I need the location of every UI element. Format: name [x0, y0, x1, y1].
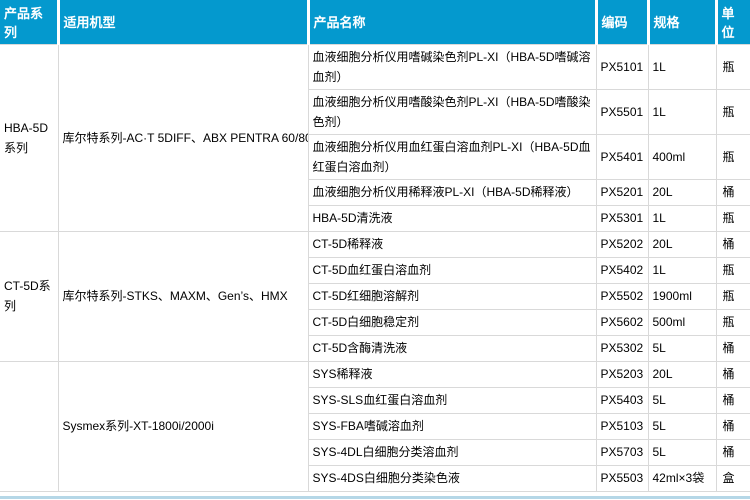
- col-header-models: 适用机型: [58, 0, 308, 44]
- unit-cell: 桶: [716, 413, 750, 439]
- unit-cell: 瓶: [716, 89, 750, 134]
- product-name-cell: SYS-4DL白细胞分类溶血剂: [308, 439, 596, 465]
- code-cell: PX5202: [596, 231, 648, 257]
- col-header-unit: 单位: [716, 0, 750, 44]
- code-cell: PX5103: [596, 413, 648, 439]
- product-name-cell: CT-5D血红蛋白溶血剂: [308, 257, 596, 283]
- col-header-series: 产品系列: [0, 0, 58, 44]
- table-body: HBA-5D系列库尔特系列-AC·T 5DIFF、ABX PENTRA 60/8…: [0, 44, 750, 491]
- header-row: 产品系列 适用机型 产品名称 编码 规格 单位: [0, 0, 750, 44]
- table-row: CT-5D系列库尔特系列-STKS、MAXM、Gen’s、HMXCT-5D稀释液…: [0, 231, 750, 257]
- product-name-cell: SYS稀释液: [308, 361, 596, 387]
- code-cell: PX5602: [596, 309, 648, 335]
- series-cell: [0, 361, 58, 491]
- spec-cell: 1900ml: [648, 283, 716, 309]
- unit-cell: 瓶: [716, 134, 750, 179]
- product-name-cell: CT-5D稀释液: [308, 231, 596, 257]
- table-header: 产品系列 适用机型 产品名称 编码 规格 单位: [0, 0, 750, 44]
- unit-cell: 桶: [716, 361, 750, 387]
- product-table: 产品系列 适用机型 产品名称 编码 规格 单位 HBA-5D系列库尔特系列-AC…: [0, 0, 750, 492]
- code-cell: PX5301: [596, 205, 648, 231]
- product-name-cell: SYS-SLS血红蛋白溶血剂: [308, 387, 596, 413]
- product-name-cell: HBA-5D清洗液: [308, 205, 596, 231]
- code-cell: PX5203: [596, 361, 648, 387]
- spec-cell: 20L: [648, 179, 716, 205]
- code-cell: PX5302: [596, 335, 648, 361]
- spec-cell: 5L: [648, 335, 716, 361]
- code-cell: PX5501: [596, 89, 648, 134]
- product-name-cell: CT-5D含酶清洗液: [308, 335, 596, 361]
- spec-cell: 20L: [648, 361, 716, 387]
- table-row: Sysmex系列-XT-1800i/2000iSYS稀释液PX520320L桶: [0, 361, 750, 387]
- product-table-page: 产品系列 适用机型 产品名称 编码 规格 单位 HBA-5D系列库尔特系列-AC…: [0, 0, 750, 500]
- spec-cell: 5L: [648, 387, 716, 413]
- models-cell: 库尔特系列-STKS、MAXM、Gen’s、HMX: [58, 231, 308, 361]
- spec-cell: 20L: [648, 231, 716, 257]
- unit-cell: 桶: [716, 179, 750, 205]
- code-cell: PX5101: [596, 44, 648, 89]
- unit-cell: 瓶: [716, 283, 750, 309]
- code-cell: PX5502: [596, 283, 648, 309]
- code-cell: PX5402: [596, 257, 648, 283]
- unit-cell: 盒: [716, 465, 750, 491]
- product-name-cell: SYS-FBA嗜碱溶血剂: [308, 413, 596, 439]
- product-name-cell: CT-5D白细胞稳定剂: [308, 309, 596, 335]
- unit-cell: 桶: [716, 335, 750, 361]
- series-cell: HBA-5D系列: [0, 44, 58, 231]
- table-bottom-edge: [0, 496, 750, 499]
- product-name-cell: 血液细胞分析仪用血红蛋白溶血剂PL-XI（HBA-5D血红蛋白溶血剂）: [308, 134, 596, 179]
- product-name-cell: 血液细胞分析仪用稀释液PL-XI（HBA-5D稀释液）: [308, 179, 596, 205]
- unit-cell: 桶: [716, 387, 750, 413]
- models-cell: Sysmex系列-XT-1800i/2000i: [58, 361, 308, 491]
- product-name-cell: 血液细胞分析仪用嗜碱染色剂PL-XI（HBA-5D嗜碱溶血剂）: [308, 44, 596, 89]
- code-cell: PX5503: [596, 465, 648, 491]
- spec-cell: 5L: [648, 413, 716, 439]
- col-header-spec: 规格: [648, 0, 716, 44]
- spec-cell: 42ml×3袋: [648, 465, 716, 491]
- spec-cell: 1L: [648, 44, 716, 89]
- spec-cell: 400ml: [648, 134, 716, 179]
- spec-cell: 500ml: [648, 309, 716, 335]
- spec-cell: 1L: [648, 257, 716, 283]
- unit-cell: 桶: [716, 439, 750, 465]
- unit-cell: 瓶: [716, 309, 750, 335]
- code-cell: PX5403: [596, 387, 648, 413]
- unit-cell: 瓶: [716, 205, 750, 231]
- code-cell: PX5703: [596, 439, 648, 465]
- table-row: HBA-5D系列库尔特系列-AC·T 5DIFF、ABX PENTRA 60/8…: [0, 44, 750, 89]
- code-cell: PX5201: [596, 179, 648, 205]
- col-header-code: 编码: [596, 0, 648, 44]
- product-name-cell: SYS-4DS白细胞分类染色液: [308, 465, 596, 491]
- spec-cell: 5L: [648, 439, 716, 465]
- spec-cell: 1L: [648, 205, 716, 231]
- code-cell: PX5401: [596, 134, 648, 179]
- col-header-name: 产品名称: [308, 0, 596, 44]
- product-name-cell: 血液细胞分析仪用嗜酸染色剂PL-XI（HBA-5D嗜酸染色剂）: [308, 89, 596, 134]
- series-cell: CT-5D系列: [0, 231, 58, 361]
- spec-cell: 1L: [648, 89, 716, 134]
- unit-cell: 瓶: [716, 44, 750, 89]
- models-cell: 库尔特系列-AC·T 5DIFF、ABX PENTRA 60/80: [58, 44, 308, 231]
- product-name-cell: CT-5D红细胞溶解剂: [308, 283, 596, 309]
- unit-cell: 瓶: [716, 257, 750, 283]
- unit-cell: 桶: [716, 231, 750, 257]
